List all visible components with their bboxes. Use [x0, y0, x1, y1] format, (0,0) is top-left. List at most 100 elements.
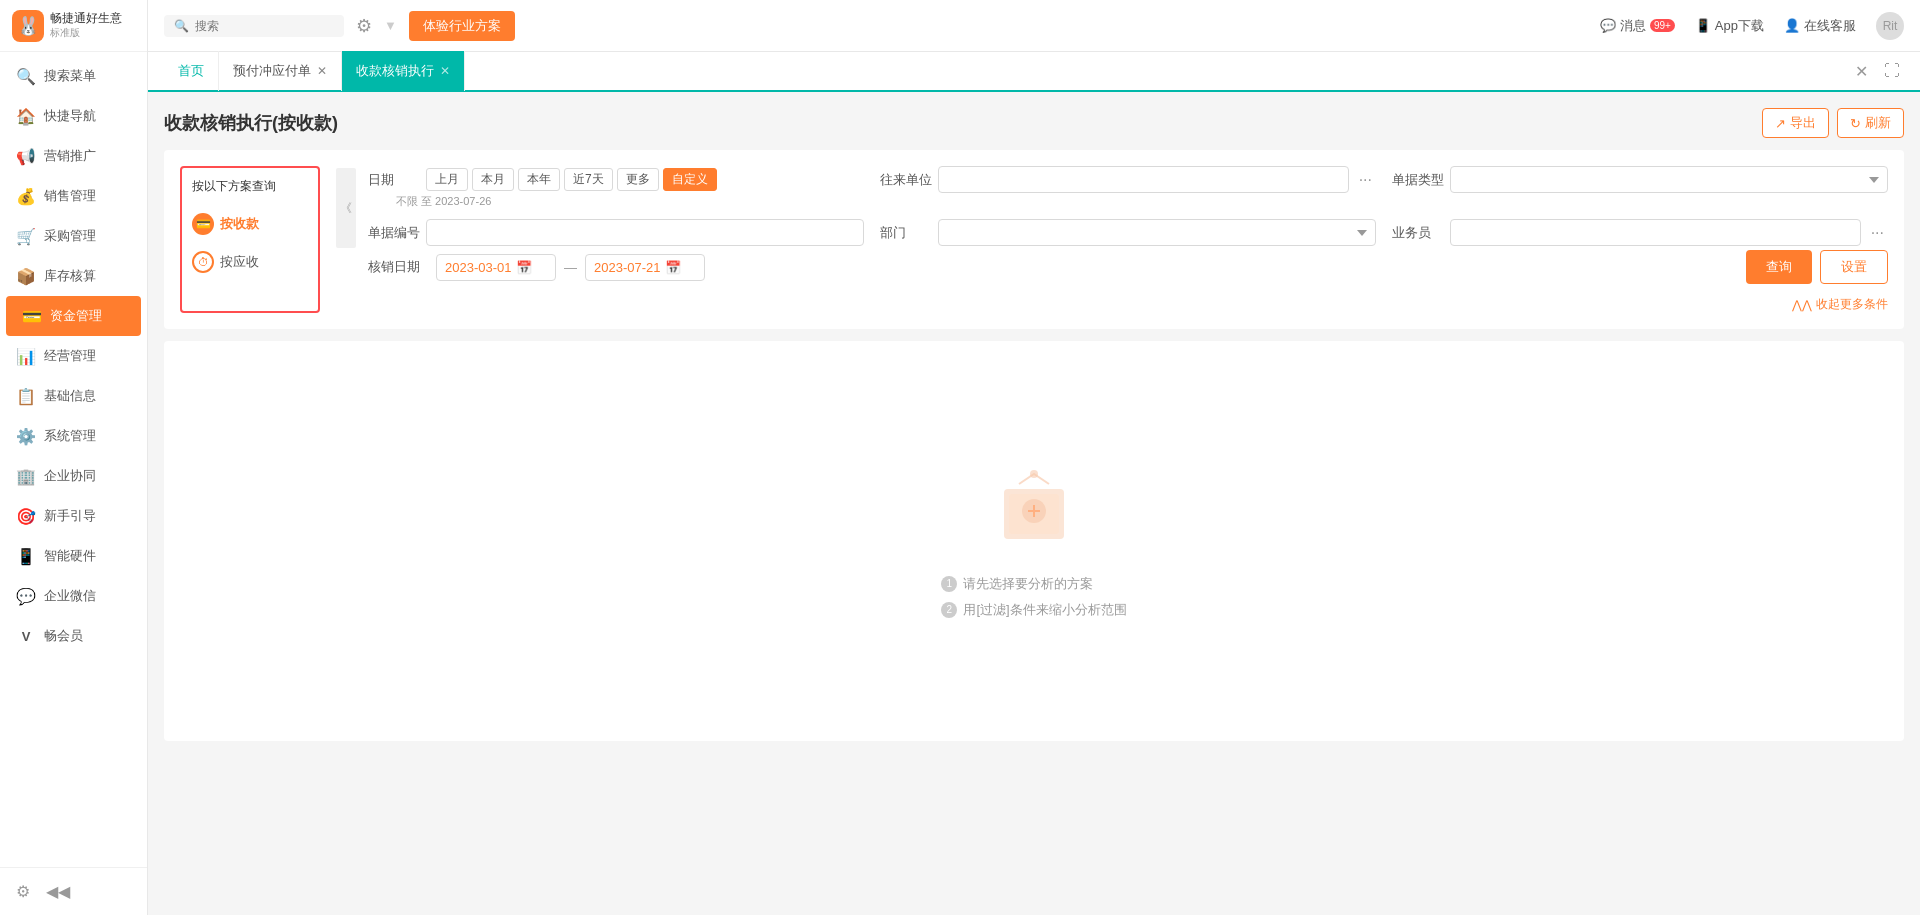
staff-dots-btn[interactable]: ···	[1867, 220, 1888, 246]
refresh-icon: ↻	[1850, 116, 1861, 131]
tabbar-actions: ✕ ⛶	[1851, 58, 1904, 85]
sidebar-item-operation[interactable]: 📊 经营管理	[0, 336, 147, 376]
date-btn-more[interactable]: 更多	[617, 168, 659, 191]
settings-footer-icon[interactable]: ⚙	[16, 882, 30, 901]
sidebar-item-guide[interactable]: 🎯 新手引导	[0, 496, 147, 536]
tab-home[interactable]: 首页	[164, 51, 219, 91]
doc-no-label: 单据编号	[368, 224, 420, 242]
search-icon: 🔍	[174, 19, 189, 33]
dept-select[interactable]	[938, 219, 1376, 246]
sidebar-item-finance[interactable]: 💳 资金管理	[6, 296, 141, 336]
receivable-icon: ⏱	[192, 251, 214, 273]
verify-date-label: 核销日期	[368, 258, 420, 276]
marketing-icon: 📢	[16, 146, 36, 166]
sales-icon: 💰	[16, 186, 36, 206]
verify-date-end-input[interactable]: 2023-07-21 📅	[585, 254, 705, 281]
tab-home-label: 首页	[178, 62, 204, 80]
page-title: 收款核销执行(按收款)	[164, 111, 338, 135]
sidebar-item-wechat[interactable]: 💬 企业微信	[0, 576, 147, 616]
filter-option-by-receipt[interactable]: 💳 按收款	[192, 205, 308, 243]
main-content: 🔍 ⚙ ▼ 体验行业方案 💬 消息 99+ 📱 App下载 👤 在线客服 Rit	[148, 0, 1920, 915]
collapse-sidebar-icon[interactable]: ◀◀	[46, 882, 70, 901]
sidebar-item-label: 企业微信	[44, 587, 96, 605]
doc-type-label: 单据类型	[1392, 171, 1444, 189]
sidebar-item-sales[interactable]: 💰 销售管理	[0, 176, 147, 216]
user-info[interactable]: Rit	[1876, 12, 1904, 40]
collapse-more-btn[interactable]: ⋀⋀ 收起更多条件	[368, 296, 1888, 313]
avatar: Rit	[1876, 12, 1904, 40]
date-btn-this-month[interactable]: 本月	[472, 168, 514, 191]
date-btn-7days[interactable]: 近7天	[564, 168, 613, 191]
sidebar-item-basic-info[interactable]: 📋 基础信息	[0, 376, 147, 416]
tab-receive[interactable]: 收款核销执行 ✕	[342, 51, 465, 91]
doc-type-select[interactable]	[1450, 166, 1888, 193]
sidebar-item-marketing[interactable]: 📢 营销推广	[0, 136, 147, 176]
industry-btn[interactable]: 体验行业方案	[409, 11, 515, 41]
app-download-item[interactable]: 📱 App下载	[1695, 17, 1764, 35]
sidebar-item-label: 营销推广	[44, 147, 96, 165]
date-field: 日期 上月 本月 本年 近7天 更多 自定义	[368, 168, 864, 191]
export-button[interactable]: ↗ 导出	[1762, 108, 1829, 138]
tab-prepay-label: 预付冲应付单	[233, 62, 311, 80]
filter-collapse-btn[interactable]: 《	[336, 168, 356, 248]
tab-expand-icon[interactable]: ⛶	[1880, 58, 1904, 85]
dept-label: 部门	[880, 224, 932, 242]
sidebar-item-search-menu[interactable]: 🔍 搜索菜单	[0, 56, 147, 96]
sidebar-item-inventory[interactable]: 📦 库存核算	[0, 256, 147, 296]
sidebar-item-hardware[interactable]: 📱 智能硬件	[0, 536, 147, 576]
staff-field: 业务员 ···	[1392, 219, 1888, 246]
tab-prepay-close-icon[interactable]: ✕	[317, 64, 327, 78]
logo-text-group: 畅捷通好生意 标准版	[50, 11, 122, 41]
topbar-search[interactable]: 🔍	[164, 15, 344, 37]
date-label: 日期	[368, 171, 420, 189]
sidebar-item-label: 新手引导	[44, 507, 96, 525]
tab-receive-close-icon[interactable]: ✕	[440, 64, 450, 78]
tip-text-2: 用[过滤]条件来缩小分析范围	[963, 597, 1126, 623]
date-btn-custom[interactable]: 自定义	[663, 168, 717, 191]
service-label: 在线客服	[1804, 17, 1856, 35]
sidebar-nav: 🔍 搜索菜单 🏠 快捷导航 📢 营销推广 💰 销售管理 🛒 采购管理 📦 库存核…	[0, 52, 147, 867]
message-icon: 💬	[1600, 18, 1616, 33]
sidebar-item-purchase[interactable]: 🛒 采购管理	[0, 216, 147, 256]
query-button[interactable]: 查询	[1746, 250, 1812, 284]
sidebar-item-label: 经营管理	[44, 347, 96, 365]
service-item[interactable]: 👤 在线客服	[1784, 17, 1856, 35]
sidebar-item-member[interactable]: V 畅会员	[0, 616, 147, 656]
verify-date-start-input[interactable]: 2023-03-01 📅	[436, 254, 556, 281]
empty-tip-1: 1 请先选择要分析的方案	[941, 571, 1126, 597]
partner-input[interactable]	[938, 166, 1349, 193]
logo-icon: 🐰	[12, 10, 44, 42]
tip-text-1: 请先选择要分析的方案	[963, 571, 1093, 597]
empty-tips: 1 请先选择要分析的方案 2 用[过滤]条件来缩小分析范围	[941, 571, 1126, 623]
collapse-chevron-icon: ⋀⋀	[1792, 298, 1812, 312]
search-input[interactable]	[195, 19, 334, 33]
sidebar-item-label: 系统管理	[44, 427, 96, 445]
purchase-icon: 🛒	[16, 226, 36, 246]
date-separator: —	[564, 260, 577, 275]
staff-input[interactable]	[1450, 219, 1861, 246]
sidebar-item-system[interactable]: ⚙️ 系统管理	[0, 416, 147, 456]
search-menu-icon: 🔍	[16, 66, 36, 86]
topbar-gear-icon[interactable]: ⚙	[356, 15, 372, 37]
hardware-icon: 📱	[16, 546, 36, 566]
message-label: 消息	[1620, 17, 1646, 35]
settings-button[interactable]: 设置	[1820, 250, 1888, 284]
message-item[interactable]: 💬 消息 99+	[1600, 17, 1675, 35]
sidebar-item-label: 企业协同	[44, 467, 96, 485]
partner-dots-btn[interactable]: ···	[1355, 167, 1376, 193]
filter-option-by-receivable[interactable]: ⏱ 按应收	[192, 243, 308, 281]
wechat-icon: 💬	[16, 586, 36, 606]
logo-text: 畅捷通好生意	[50, 11, 122, 27]
page-actions: ↗ 导出 ↻ 刷新	[1762, 108, 1904, 138]
doc-no-input[interactable]	[426, 219, 864, 246]
sidebar: 🐰 畅捷通好生意 标准版 🔍 搜索菜单 🏠 快捷导航 📢 营销推广 💰 销售管理…	[0, 0, 148, 915]
user-name: Rit	[1883, 19, 1898, 33]
tab-prepay[interactable]: 预付冲应付单 ✕	[219, 51, 342, 91]
date-btn-this-year[interactable]: 本年	[518, 168, 560, 191]
refresh-button[interactable]: ↻ 刷新	[1837, 108, 1904, 138]
sidebar-item-quick-nav[interactable]: 🏠 快捷导航	[0, 96, 147, 136]
search-form: 日期 上月 本月 本年 近7天 更多 自定义 往来单位 ···	[368, 166, 1888, 313]
sidebar-item-enterprise[interactable]: 🏢 企业协同	[0, 456, 147, 496]
tab-close-window-icon[interactable]: ✕	[1851, 58, 1872, 85]
date-btn-last-month[interactable]: 上月	[426, 168, 468, 191]
